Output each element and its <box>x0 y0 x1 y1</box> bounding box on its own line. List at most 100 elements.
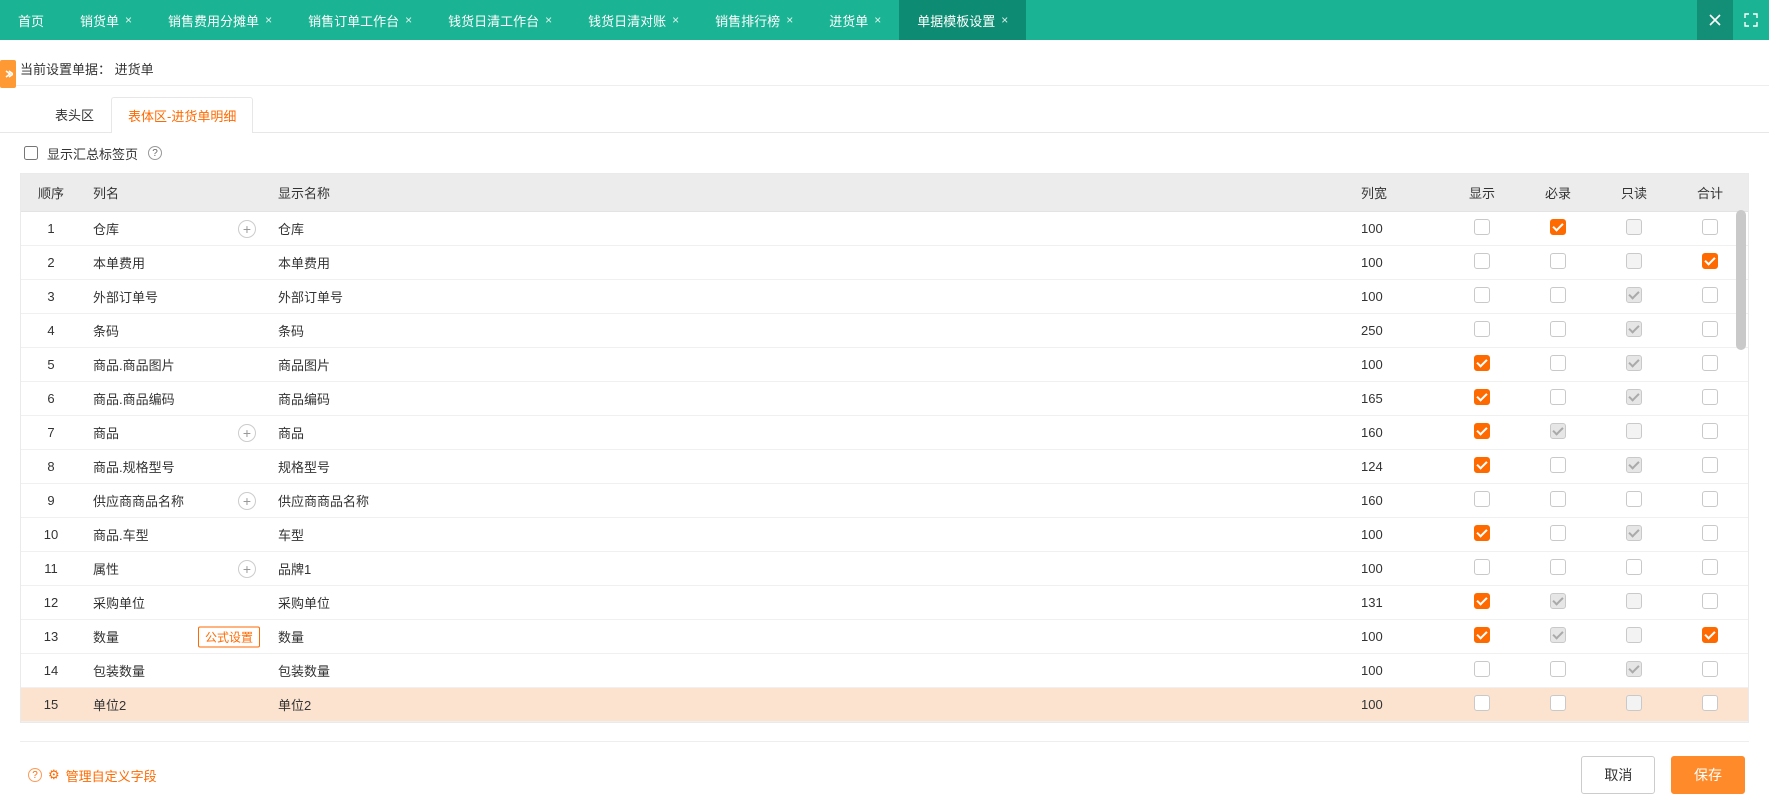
cell-width[interactable]: 250 <box>1349 314 1444 348</box>
checkbox[interactable] <box>1702 593 1718 609</box>
table-row[interactable]: 15单位2单位2100 <box>21 688 1748 722</box>
expand-icon[interactable]: + <box>238 560 256 578</box>
cell-width[interactable]: 131 <box>1349 586 1444 620</box>
checkbox[interactable] <box>1474 423 1490 439</box>
top-tab-6[interactable]: 销售排行榜× <box>697 0 811 40</box>
table-row[interactable]: 11属性+品牌1100 <box>21 552 1748 586</box>
cell-display[interactable]: 本单费用 <box>266 246 1349 280</box>
table-row[interactable]: 1仓库+仓库100 <box>21 212 1748 246</box>
checkbox[interactable] <box>1474 559 1490 575</box>
cell-display[interactable]: 规格型号 <box>266 450 1349 484</box>
table-row[interactable]: 2本单费用本单费用100 <box>21 246 1748 280</box>
close-all-tabs-button[interactable] <box>1697 0 1733 40</box>
cell-display[interactable]: 包装数量 <box>266 654 1349 688</box>
checkbox[interactable] <box>1702 389 1718 405</box>
cell-display[interactable]: 品牌1 <box>266 552 1349 586</box>
cell-width[interactable]: 100 <box>1349 688 1444 722</box>
checkbox[interactable] <box>1702 253 1718 269</box>
top-tab-7[interactable]: 进货单× <box>811 0 899 40</box>
close-icon[interactable]: × <box>405 13 412 27</box>
cell-width[interactable]: 100 <box>1349 620 1444 654</box>
table-row[interactable]: 4条码条码250 <box>21 314 1748 348</box>
cell-display[interactable]: 商品编码 <box>266 382 1349 416</box>
vertical-scrollbar[interactable] <box>1736 210 1746 630</box>
cancel-button[interactable]: 取消 <box>1581 756 1655 794</box>
checkbox[interactable] <box>1550 253 1566 269</box>
fullscreen-button[interactable] <box>1733 0 1769 40</box>
checkbox[interactable] <box>1702 525 1718 541</box>
cell-width[interactable]: 100 <box>1349 518 1444 552</box>
table-row[interactable]: 7商品+商品160 <box>21 416 1748 450</box>
checkbox[interactable] <box>1702 627 1718 643</box>
show-summary-checkbox[interactable] <box>24 146 38 160</box>
checkbox[interactable] <box>1550 457 1566 473</box>
checkbox[interactable] <box>1550 219 1566 235</box>
cell-width[interactable]: 160 <box>1349 416 1444 450</box>
checkbox[interactable] <box>1474 695 1490 711</box>
checkbox[interactable] <box>1474 525 1490 541</box>
checkbox[interactable] <box>1474 219 1490 235</box>
top-tab-5[interactable]: 钱货日清对账× <box>570 0 697 40</box>
checkbox[interactable] <box>1474 457 1490 473</box>
page-tab-0[interactable]: 表头区 <box>38 96 111 132</box>
close-icon[interactable]: × <box>874 13 881 27</box>
expand-icon[interactable]: + <box>238 492 256 510</box>
expand-icon[interactable]: + <box>238 424 256 442</box>
checkbox[interactable] <box>1702 423 1718 439</box>
cell-width[interactable]: 100 <box>1349 552 1444 586</box>
cell-display[interactable]: 采购单位 <box>266 586 1349 620</box>
cell-width[interactable]: 100 <box>1349 348 1444 382</box>
cell-width[interactable]: 100 <box>1349 654 1444 688</box>
col-header-required[interactable]: 必录 <box>1520 174 1596 212</box>
checkbox[interactable] <box>1550 661 1566 677</box>
close-icon[interactable]: × <box>545 13 552 27</box>
checkbox[interactable] <box>1550 559 1566 575</box>
col-header-show[interactable]: 显示 <box>1444 174 1520 212</box>
table-row[interactable]: 10商品.车型车型100 <box>21 518 1748 552</box>
checkbox[interactable] <box>1474 593 1490 609</box>
close-icon[interactable]: × <box>786 13 793 27</box>
cell-width[interactable]: 100 <box>1349 280 1444 314</box>
checkbox[interactable] <box>1474 287 1490 303</box>
checkbox[interactable] <box>1702 287 1718 303</box>
top-tab-4[interactable]: 钱货日清工作台× <box>430 0 570 40</box>
checkbox[interactable] <box>1474 389 1490 405</box>
top-tab-0[interactable]: 首页 <box>0 0 62 40</box>
checkbox[interactable] <box>1474 661 1490 677</box>
checkbox[interactable] <box>1626 559 1642 575</box>
table-row[interactable]: 8商品.规格型号规格型号124 <box>21 450 1748 484</box>
cell-width[interactable]: 100 <box>1349 246 1444 280</box>
checkbox[interactable] <box>1550 389 1566 405</box>
checkbox[interactable] <box>1550 287 1566 303</box>
cell-display[interactable]: 数量 <box>266 620 1349 654</box>
cell-display[interactable]: 商品 <box>266 416 1349 450</box>
col-header-readonly[interactable]: 只读 <box>1596 174 1672 212</box>
checkbox[interactable] <box>1702 559 1718 575</box>
help-icon[interactable]: ? <box>148 146 162 160</box>
cell-display[interactable]: 供应商商品名称 <box>266 484 1349 518</box>
cell-display[interactable]: 外部订单号 <box>266 280 1349 314</box>
checkbox[interactable] <box>1702 457 1718 473</box>
footer-help-icon[interactable]: ? <box>28 768 42 782</box>
checkbox[interactable] <box>1702 661 1718 677</box>
cell-display[interactable]: 商品图片 <box>266 348 1349 382</box>
close-icon[interactable]: × <box>1001 13 1008 27</box>
table-row[interactable]: 14包装数量包装数量100 <box>21 654 1748 688</box>
cell-display[interactable]: 车型 <box>266 518 1349 552</box>
top-tab-8[interactable]: 单据模板设置× <box>899 0 1026 40</box>
table-row[interactable]: 5商品.商品图片商品图片100 <box>21 348 1748 382</box>
checkbox[interactable] <box>1474 627 1490 643</box>
cell-width[interactable]: 124 <box>1349 450 1444 484</box>
cell-width[interactable]: 160 <box>1349 484 1444 518</box>
formula-button[interactable]: 公式设置 <box>198 626 260 647</box>
cell-width[interactable]: 165 <box>1349 382 1444 416</box>
table-row[interactable]: 9供应商商品名称+供应商商品名称160 <box>21 484 1748 518</box>
save-button[interactable]: 保存 <box>1671 756 1745 794</box>
close-icon[interactable]: × <box>265 13 272 27</box>
top-tab-1[interactable]: 销货单× <box>62 0 150 40</box>
checkbox[interactable] <box>1550 695 1566 711</box>
checkbox[interactable] <box>1702 219 1718 235</box>
checkbox[interactable] <box>1702 491 1718 507</box>
panel-collapse-handle[interactable] <box>0 60 16 88</box>
cell-width[interactable]: 100 <box>1349 212 1444 246</box>
